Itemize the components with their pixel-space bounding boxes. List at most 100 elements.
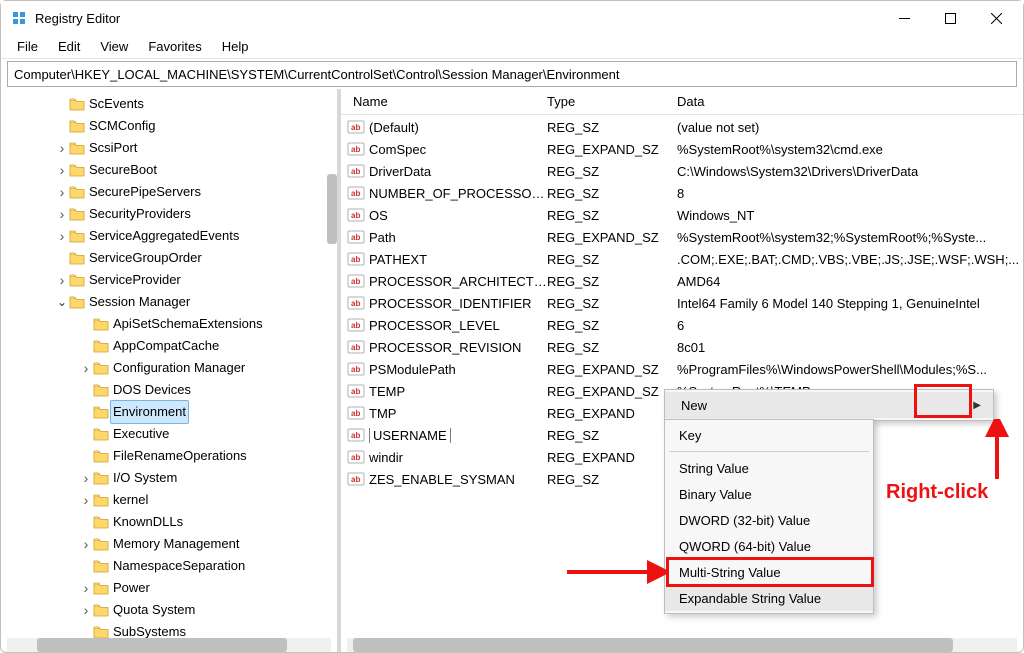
tree-item-label: AppCompatCache bbox=[113, 335, 219, 357]
folder-icon bbox=[93, 317, 109, 331]
ctx-multistring[interactable]: Multi-String Value bbox=[665, 559, 873, 585]
tree-item[interactable]: ServiceGroupOrder bbox=[5, 247, 337, 269]
collapse-icon[interactable]: ⌄ bbox=[55, 291, 69, 313]
tree-item[interactable]: ›SecurityProviders bbox=[5, 203, 337, 225]
folder-icon bbox=[93, 405, 109, 419]
tree-item[interactable]: FileRenameOperations bbox=[5, 445, 337, 467]
context-submenu[interactable]: Key String Value Binary Value DWORD (32-… bbox=[664, 419, 874, 614]
values-h-scroll-thumb[interactable] bbox=[353, 638, 953, 652]
value-row[interactable]: abPROCESSOR_REVISIONREG_SZ8c01 bbox=[347, 336, 1023, 358]
tree-item[interactable]: Environment bbox=[5, 401, 337, 423]
tree-item[interactable]: AppCompatCache bbox=[5, 335, 337, 357]
value-type: REG_SZ bbox=[547, 186, 677, 201]
value-row[interactable]: abNUMBER_OF_PROCESSORSREG_SZ8 bbox=[347, 182, 1023, 204]
tree-item-label: Quota System bbox=[113, 599, 195, 621]
tree-item[interactable]: KnownDLLs bbox=[5, 511, 337, 533]
tree-item-label: ServiceProvider bbox=[89, 269, 181, 291]
tree-item[interactable]: ›I/O System bbox=[5, 467, 337, 489]
tree-item[interactable]: SCMConfig bbox=[5, 115, 337, 137]
expand-icon[interactable]: › bbox=[79, 599, 93, 621]
value-row[interactable]: abPATHEXTREG_SZ.COM;.EXE;.BAT;.CMD;.VBS;… bbox=[347, 248, 1023, 270]
value-row[interactable]: abPSModulePathREG_EXPAND_SZ%ProgramFiles… bbox=[347, 358, 1023, 380]
menu-file[interactable]: File bbox=[7, 37, 48, 56]
value-data: Intel64 Family 6 Model 140 Stepping 1, G… bbox=[677, 296, 1023, 311]
tree-item[interactable]: › Quota System bbox=[5, 599, 337, 621]
minimize-button[interactable] bbox=[881, 2, 927, 34]
ctx-separator bbox=[669, 451, 869, 452]
string-value-icon: ab bbox=[347, 272, 365, 290]
value-name: PROCESSOR_IDENTIFIER bbox=[369, 296, 547, 311]
value-row[interactable]: abPROCESSOR_IDENTIFIERREG_SZIntel64 Fami… bbox=[347, 292, 1023, 314]
tree-item[interactable]: ScEvents bbox=[5, 93, 337, 115]
tree-item-label: ScEvents bbox=[89, 93, 144, 115]
expand-icon[interactable]: › bbox=[79, 357, 93, 379]
ctx-key[interactable]: Key bbox=[665, 422, 873, 448]
tree-item[interactable]: › ScsiPort bbox=[5, 137, 337, 159]
menu-favorites[interactable]: Favorites bbox=[138, 37, 211, 56]
menu-edit[interactable]: Edit bbox=[48, 37, 90, 56]
tree-h-scroll-track[interactable] bbox=[7, 638, 331, 652]
tree-item[interactable]: ApiSetSchemaExtensions bbox=[5, 313, 337, 335]
tree-item[interactable]: ›Memory Management bbox=[5, 533, 337, 555]
ctx-expandstring[interactable]: Expandable String Value bbox=[665, 585, 873, 611]
tree-item[interactable]: DOS Devices bbox=[5, 379, 337, 401]
tree-item[interactable]: ›SecurePipeServers bbox=[5, 181, 337, 203]
ctx-dword[interactable]: DWORD (32-bit) Value bbox=[665, 507, 873, 533]
tree-item[interactable]: ›Power bbox=[5, 577, 337, 599]
context-menu[interactable]: New ▶ bbox=[664, 389, 994, 421]
tree-scrollbar[interactable] bbox=[327, 174, 337, 244]
ctx-new-label: New bbox=[681, 398, 707, 413]
folder-icon bbox=[93, 339, 109, 353]
value-name: DriverData bbox=[369, 164, 547, 179]
tree-item[interactable]: ⌄Session Manager bbox=[5, 291, 337, 313]
menu-help[interactable]: Help bbox=[212, 37, 259, 56]
tree-item-label: ScsiPort bbox=[89, 137, 137, 159]
tree-item[interactable]: NamespaceSeparation bbox=[5, 555, 337, 577]
value-row[interactable]: abDriverDataREG_SZC:\Windows\System32\Dr… bbox=[347, 160, 1023, 182]
expand-icon[interactable]: › bbox=[55, 269, 69, 291]
ctx-new[interactable]: New ▶ bbox=[665, 392, 993, 418]
tree-item[interactable]: › ServiceProvider bbox=[5, 269, 337, 291]
col-type[interactable]: Type bbox=[547, 94, 677, 109]
folder-icon bbox=[93, 537, 109, 551]
ctx-string[interactable]: String Value bbox=[665, 455, 873, 481]
tree-h-scroll-thumb[interactable] bbox=[37, 638, 287, 652]
value-row[interactable]: abComSpecREG_EXPAND_SZ%SystemRoot%\syste… bbox=[347, 138, 1023, 160]
menu-bar: File Edit View Favorites Help bbox=[1, 35, 1023, 59]
expand-icon[interactable]: › bbox=[79, 533, 93, 555]
tree-item[interactable]: Executive bbox=[5, 423, 337, 445]
value-row[interactable]: abPROCESSOR_ARCHITECTUREREG_SZAMD64 bbox=[347, 270, 1023, 292]
tree-item[interactable]: ›ServiceAggregatedEvents bbox=[5, 225, 337, 247]
ctx-binary[interactable]: Binary Value bbox=[665, 481, 873, 507]
ctx-qword[interactable]: QWORD (64-bit) Value bbox=[665, 533, 873, 559]
tree-item[interactable]: ›SecureBoot bbox=[5, 159, 337, 181]
string-value-icon: ab bbox=[347, 184, 365, 202]
tree-item[interactable]: ›Configuration Manager bbox=[5, 357, 337, 379]
tree-pane[interactable]: ScEventsSCMConfig›ScsiPort›SecureBoot›Se… bbox=[1, 89, 341, 652]
value-row[interactable]: abOSREG_SZWindows_NT bbox=[347, 204, 1023, 226]
expand-icon[interactable]: › bbox=[55, 137, 69, 159]
col-name[interactable]: Name bbox=[347, 94, 547, 109]
expand-icon[interactable]: › bbox=[55, 159, 69, 181]
value-type: REG_SZ bbox=[547, 318, 677, 333]
expand-icon[interactable]: › bbox=[55, 203, 69, 225]
values-h-scroll-track[interactable] bbox=[347, 638, 1017, 652]
expand-icon[interactable]: › bbox=[55, 181, 69, 203]
tree-item[interactable]: ›kernel bbox=[5, 489, 337, 511]
svg-text:ab: ab bbox=[351, 365, 360, 374]
expand-icon[interactable]: › bbox=[55, 225, 69, 247]
expand-icon[interactable]: › bbox=[79, 467, 93, 489]
value-data: (value not set) bbox=[677, 120, 1023, 135]
address-bar[interactable]: Computer\HKEY_LOCAL_MACHINE\SYSTEM\Curre… bbox=[7, 61, 1017, 87]
menu-view[interactable]: View bbox=[90, 37, 138, 56]
expand-icon[interactable]: › bbox=[79, 577, 93, 599]
col-data[interactable]: Data bbox=[677, 94, 1023, 109]
folder-icon bbox=[93, 515, 109, 529]
value-type: REG_SZ bbox=[547, 164, 677, 179]
close-button[interactable] bbox=[973, 2, 1019, 34]
value-row[interactable]: abPROCESSOR_LEVELREG_SZ6 bbox=[347, 314, 1023, 336]
maximize-button[interactable] bbox=[927, 2, 973, 34]
value-row[interactable]: ab(Default)REG_SZ(value not set) bbox=[347, 116, 1023, 138]
value-row[interactable]: abPathREG_EXPAND_SZ%SystemRoot%\system32… bbox=[347, 226, 1023, 248]
expand-icon[interactable]: › bbox=[79, 489, 93, 511]
